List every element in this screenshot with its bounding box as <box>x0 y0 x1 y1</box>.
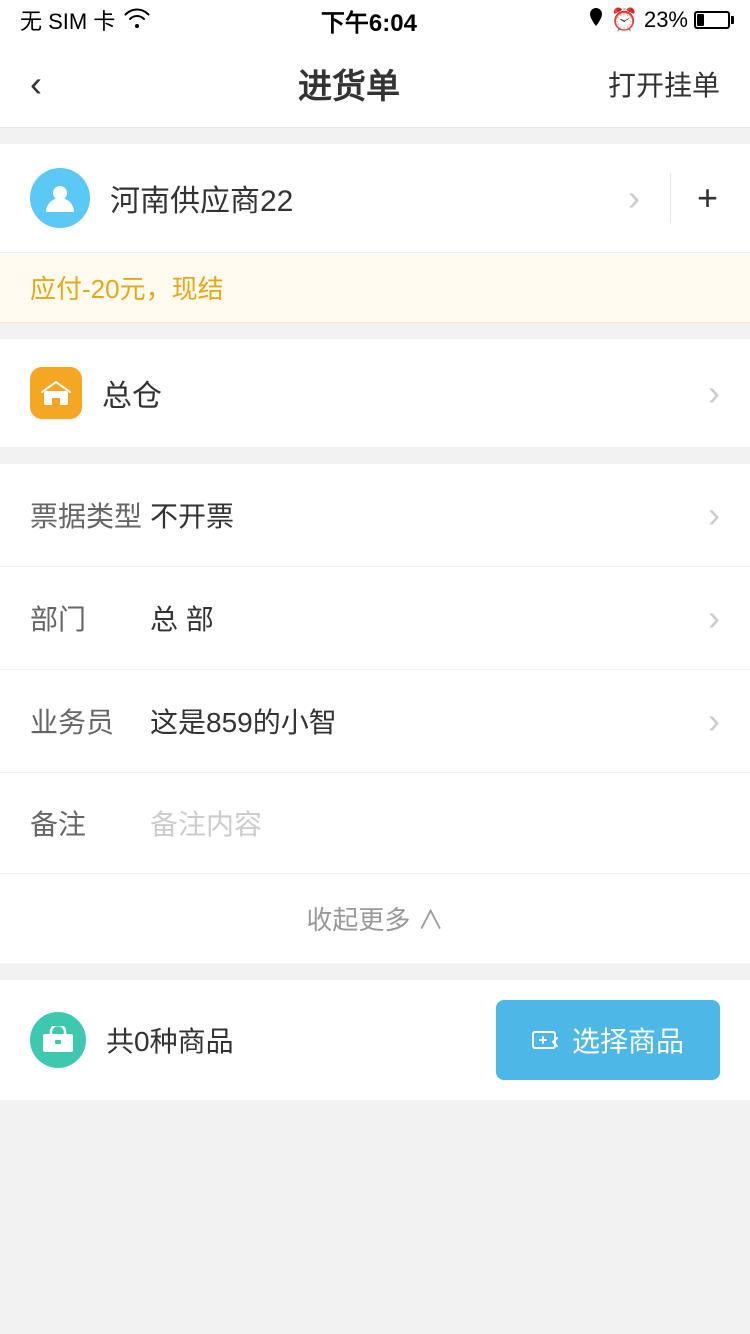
gap-2 <box>0 323 750 339</box>
remark-label: 备注 <box>30 803 150 843</box>
collapse-label: 收起更多 ∧ <box>306 900 443 937</box>
invoice-type-value: 不开票 <box>150 495 708 535</box>
alarm-icon: ⏰ <box>611 7 638 33</box>
status-left: 无 SIM 卡 <box>20 4 151 36</box>
department-label: 部门 <box>30 598 150 638</box>
supplier-row[interactable]: 河南供应商22 + <box>0 144 750 253</box>
status-bar: 无 SIM 卡 下午6:04 ⏰ 23% <box>0 0 750 40</box>
no-sim-text: 无 SIM 卡 <box>20 4 115 36</box>
invoice-type-row[interactable]: 票据类型 不开票 <box>0 464 750 567</box>
status-right: ⏰ 23% <box>587 7 730 33</box>
wifi-icon <box>123 6 151 34</box>
supplier-avatar <box>30 168 90 228</box>
department-value: 总 部 <box>150 598 708 638</box>
select-product-button[interactable]: 选择商品 <box>496 1000 720 1080</box>
battery-icon <box>694 11 730 29</box>
back-button[interactable]: ‹ <box>30 63 90 105</box>
remark-placeholder: 备注内容 <box>150 803 720 843</box>
department-arrow-icon <box>708 597 720 639</box>
warehouse-section: 总仓 <box>0 339 750 448</box>
invoice-type-arrow-icon <box>708 494 720 536</box>
location-icon <box>587 7 605 33</box>
open-pending-button[interactable]: 打开挂单 <box>608 64 720 104</box>
supplier-name: 河南供应商22 <box>110 176 628 220</box>
notice-bar: 应付-20元，现结 <box>0 253 750 323</box>
product-count-label: 共0种商品 <box>106 1020 496 1060</box>
supplier-section: 河南供应商22 + 应付-20元，现结 <box>0 144 750 323</box>
bottom-bar: 共0种商品 选择商品 <box>0 979 750 1100</box>
gap-3 <box>0 448 750 464</box>
warehouse-arrow-icon <box>708 372 720 414</box>
invoice-type-label: 票据类型 <box>30 495 150 535</box>
salesperson-value: 这是859的小智 <box>150 701 708 741</box>
page-title: 进货单 <box>298 59 400 108</box>
status-time: 下午6:04 <box>321 3 417 38</box>
salesperson-label: 业务员 <box>30 701 150 741</box>
nav-bar: ‹ 进货单 打开挂单 <box>0 40 750 128</box>
remark-row[interactable]: 备注 备注内容 <box>0 773 750 874</box>
battery-text: 23% <box>644 7 688 33</box>
notice-text: 应付-20元，现结 <box>30 274 224 304</box>
department-row[interactable]: 部门 总 部 <box>0 567 750 670</box>
supplier-arrow-icon <box>628 177 640 219</box>
warehouse-icon <box>30 367 82 419</box>
form-section: 票据类型 不开票 部门 总 部 业务员 这是859的小智 备注 备注内容 收起更… <box>0 464 750 963</box>
select-product-label: 选择商品 <box>572 1020 684 1060</box>
product-icon <box>30 1012 86 1068</box>
salesperson-arrow-icon <box>708 700 720 742</box>
salesperson-row[interactable]: 业务员 这是859的小智 <box>0 670 750 773</box>
warehouse-name: 总仓 <box>102 371 708 415</box>
collapse-button[interactable]: 收起更多 ∧ <box>0 874 750 963</box>
add-supplier-button[interactable]: + <box>670 173 720 223</box>
gap-1 <box>0 128 750 144</box>
warehouse-row[interactable]: 总仓 <box>0 339 750 448</box>
